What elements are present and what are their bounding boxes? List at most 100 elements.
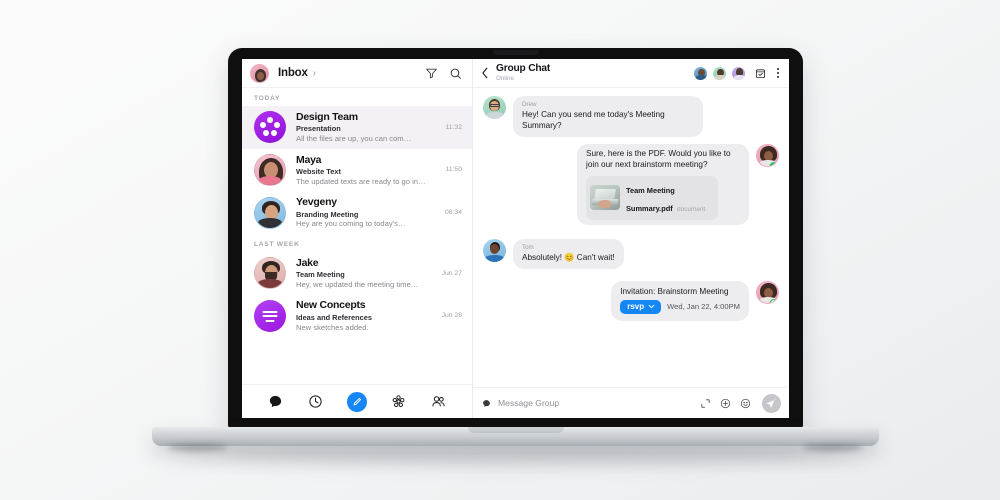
chat-title-group: Group Chat Online [496, 63, 550, 82]
conversation-list[interactable]: TODAY Design Team Presentation All the f… [242, 88, 472, 384]
send-paper-plane-icon[interactable] [762, 393, 781, 413]
list-item-body: Design Team Presentation All the files a… [296, 111, 439, 144]
list-item-subject: Branding Meeting [296, 209, 359, 219]
list-item-body: Yevgeny Branding Meeting Hey are you com… [296, 196, 439, 229]
list-item-name: New Concepts [296, 299, 366, 312]
expand-icon[interactable] [700, 398, 711, 409]
list-item-subject: Website Text [296, 166, 341, 176]
attachment-kind: document [677, 205, 706, 213]
attachment-name: Team Meeting Summary.pdf [626, 185, 675, 213]
user-avatar[interactable] [250, 63, 269, 83]
list-item-time: Jun 28 [441, 312, 462, 320]
message-sender: Drew [522, 100, 537, 108]
search-icon[interactable] [449, 67, 462, 80]
list-item[interactable]: Yevgeny Branding Meeting Hey are you com… [242, 191, 472, 234]
list-item[interactable]: Jake Team Meeting Hey, we updated the me… [242, 252, 472, 295]
message-text: Absolutely! 😊 Can't wait! [522, 252, 615, 262]
list-item-subject: Ideas and References [296, 312, 372, 322]
list-item-preview: Hey, we updated the meeting time… [296, 279, 419, 289]
message-bubble[interactable]: Drew Hey! Can you send me today's Meetin… [513, 96, 703, 137]
laptop-foot [803, 444, 863, 451]
message-text: Hey! Can you send me today's Meeting Sum… [522, 109, 665, 130]
list-item-body: Maya Website Text The updated texts are … [296, 154, 439, 187]
list-item[interactable]: Design Team Presentation All the files a… [242, 106, 472, 149]
invitation-when: Wed, Jan 22, 4:00PM [667, 302, 740, 312]
list-item-preview: New sketches added. [296, 322, 369, 332]
more-vertical-icon[interactable] [777, 68, 779, 78]
list-item-subject: Team Meeting [296, 270, 345, 280]
invitation-bubble[interactable]: Invitation: Brainstorm Meeting rsvp Wed,… [611, 280, 749, 322]
member-avatar-2[interactable] [712, 65, 727, 81]
avatar [254, 257, 286, 290]
list-item-body: Jake Team Meeting Hey, we updated the me… [296, 257, 436, 290]
inbox-panel: Inbox › TODAY Design Team Presentation A… [242, 59, 473, 418]
attachment-info: Team Meeting Summary.pdf document [626, 180, 714, 216]
compose-pencil-icon[interactable] [346, 391, 367, 412]
section-label-last-week: LAST WEEK [254, 240, 300, 248]
status-badge [769, 298, 778, 303]
message-input[interactable]: Message Group [498, 398, 559, 408]
inbox-header-actions [425, 67, 462, 80]
status-badge [769, 161, 778, 166]
plus-circle-icon[interactable] [720, 398, 731, 409]
back-chevron-icon[interactable] [481, 67, 489, 79]
app-screen: Inbox › TODAY Design Team Presentation A… [242, 59, 789, 418]
list-item-preview: All the files are up, you can com… [296, 134, 412, 144]
attachment-card[interactable]: Team Meeting Summary.pdf document [586, 175, 718, 220]
invitation-title: Invitation: Brainstorm Meeting [620, 286, 729, 296]
list-item-subject: Presentation [296, 124, 341, 134]
avatar-art [259, 175, 281, 185]
contacts-people-icon[interactable] [431, 394, 446, 409]
message-bubble[interactable]: Sure, here is the PDF. Would you like to… [577, 143, 749, 226]
drew-avatar[interactable] [483, 96, 506, 119]
message-text: Sure, here is the PDF. Would you like to… [586, 149, 731, 170]
message-composer[interactable]: Message Group [473, 387, 789, 418]
avatar [254, 153, 286, 186]
list-item-time: 11:50 [445, 166, 462, 174]
list-item[interactable]: Maya Website Text The updated texts are … [242, 149, 472, 192]
laptop-foot [168, 444, 228, 451]
apps-flower-icon[interactable] [391, 394, 406, 409]
rsvp-label: rsvp [627, 302, 645, 312]
message-thread[interactable]: Drew Hey! Can you send me today's Meetin… [473, 88, 789, 387]
list-item-time: Jun 27 [441, 269, 462, 277]
clock-icon[interactable] [308, 394, 323, 409]
section-label-today: TODAY [254, 95, 281, 102]
list-item-name: Design Team [296, 111, 358, 123]
calendar-check-icon[interactable] [755, 68, 766, 79]
self-avatar[interactable] [756, 143, 779, 167]
list-item-time: 11:32 [445, 123, 462, 131]
rsvp-dropdown-button[interactable]: rsvp [620, 299, 662, 315]
list-item-time: 08:34 [444, 209, 462, 217]
list-item-name: Maya [296, 153, 322, 166]
inbox-chevron-icon[interactable]: › [313, 68, 316, 79]
list-item[interactable]: New Concepts Ideas and References New sk… [242, 294, 472, 337]
chat-panel: Group Chat Online Drew Hey! Can you send… [473, 59, 789, 418]
tom-avatar[interactable] [483, 239, 506, 263]
laptop-photo-thumbnail [590, 185, 620, 211]
avatar [254, 196, 286, 229]
message-row: Tom Absolutely! 😊 Can't wait! [483, 239, 779, 269]
chat-header: Group Chat Online [473, 59, 789, 88]
dots-glyph [254, 111, 286, 143]
filter-icon[interactable] [425, 67, 438, 80]
emoji-smile-icon[interactable] [740, 398, 751, 409]
message-row: Sure, here is the PDF. Would you like to… [483, 143, 779, 226]
self-avatar[interactable] [756, 280, 779, 304]
list-item-name: Yevgeny [296, 196, 337, 209]
avatar [254, 299, 286, 332]
avatar-art [258, 279, 282, 289]
webcam-notch [492, 50, 539, 55]
member-avatar-1[interactable] [693, 65, 708, 81]
chat-title: Group Chat [496, 63, 551, 75]
message-bubble[interactable]: Tom Absolutely! 😊 Can't wait! [513, 239, 624, 269]
message-row: Drew Hey! Can you send me today's Meetin… [483, 96, 779, 137]
chat-bubble-icon[interactable] [268, 394, 283, 409]
laptop-device: Inbox › TODAY Design Team Presentation A… [0, 0, 1000, 500]
member-avatar-3[interactable] [731, 65, 746, 81]
list-item-preview: Hey are you coming to today's… [296, 219, 406, 229]
message-sender: Tom [522, 243, 534, 251]
message-row: Invitation: Brainstorm Meeting rsvp Wed,… [483, 280, 779, 322]
status-badge: Online [496, 75, 514, 83]
invitation-row: rsvp Wed, Jan 22, 4:00PM [620, 299, 740, 315]
